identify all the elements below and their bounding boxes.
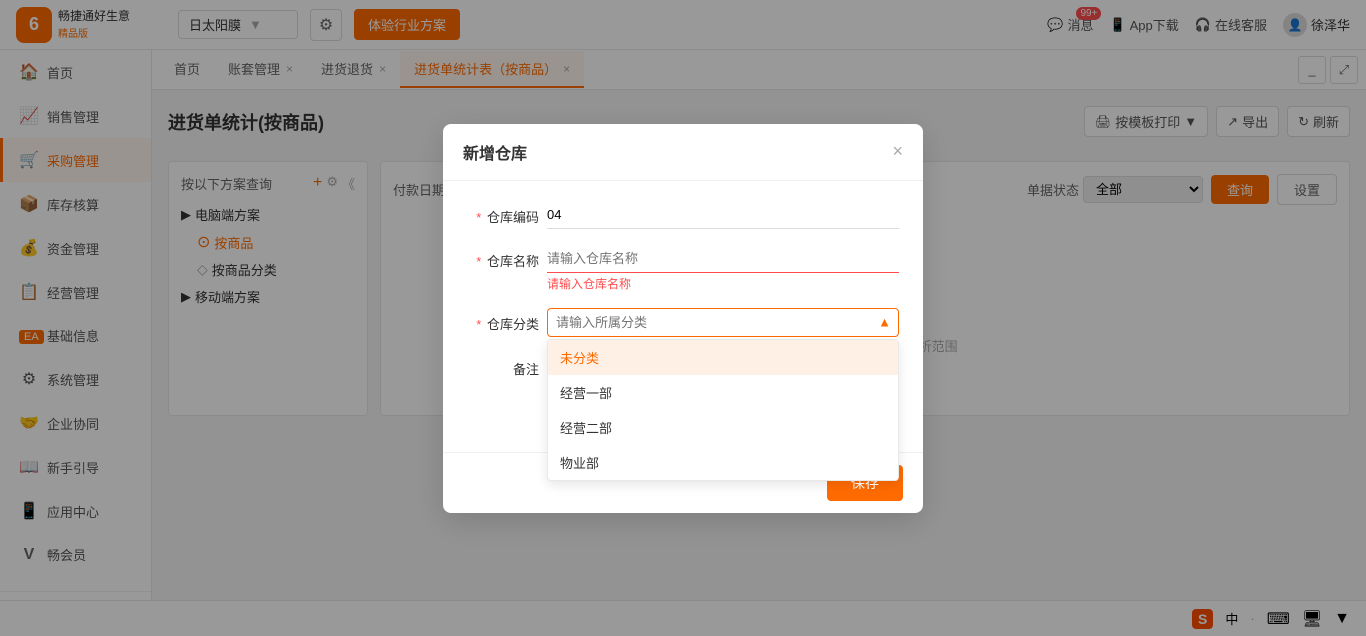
category-input[interactable] [547, 308, 899, 337]
warehouse-category-row: * 仓库分类 ▲ 未分类 经营一部 经营二部 物业部 [467, 308, 899, 337]
add-warehouse-modal: 新增仓库 × * 仓库编码 * 仓库名称 [443, 124, 923, 513]
dropdown-option-ops2[interactable]: 经营二部 [548, 410, 898, 445]
name-error-msg: 请输入仓库名称 [547, 275, 899, 292]
warehouse-note-label: 备注 [467, 353, 547, 378]
category-dropdown-menu: 未分类 经营一部 经营二部 物业部 [547, 339, 899, 481]
modal-header: 新增仓库 × [443, 124, 923, 181]
modal-close-button[interactable]: × [892, 141, 903, 162]
warehouse-code-row: * 仓库编码 [467, 201, 899, 229]
dropdown-up-arrow[interactable]: ▲ [878, 315, 891, 330]
warehouse-category-label: * 仓库分类 [467, 308, 547, 333]
modal-overlay: 新增仓库 × * 仓库编码 * 仓库名称 [0, 0, 1366, 636]
dropdown-option-property[interactable]: 物业部 [548, 445, 898, 480]
dropdown-option-uncategorized[interactable]: 未分类 [548, 340, 898, 375]
warehouse-name-input[interactable] [547, 245, 899, 273]
warehouse-name-row: * 仓库名称 请输入仓库名称 [467, 245, 899, 292]
warehouse-code-label: * 仓库编码 [467, 201, 547, 226]
warehouse-name-label: * 仓库名称 [467, 245, 547, 270]
category-dropdown: ▲ 未分类 经营一部 经营二部 物业部 [547, 308, 899, 337]
modal-body: * 仓库编码 * 仓库名称 请输入仓库名称 [443, 181, 923, 452]
modal-title: 新增仓库 [463, 140, 527, 164]
warehouse-code-input[interactable] [547, 201, 899, 229]
dropdown-option-ops1[interactable]: 经营一部 [548, 375, 898, 410]
